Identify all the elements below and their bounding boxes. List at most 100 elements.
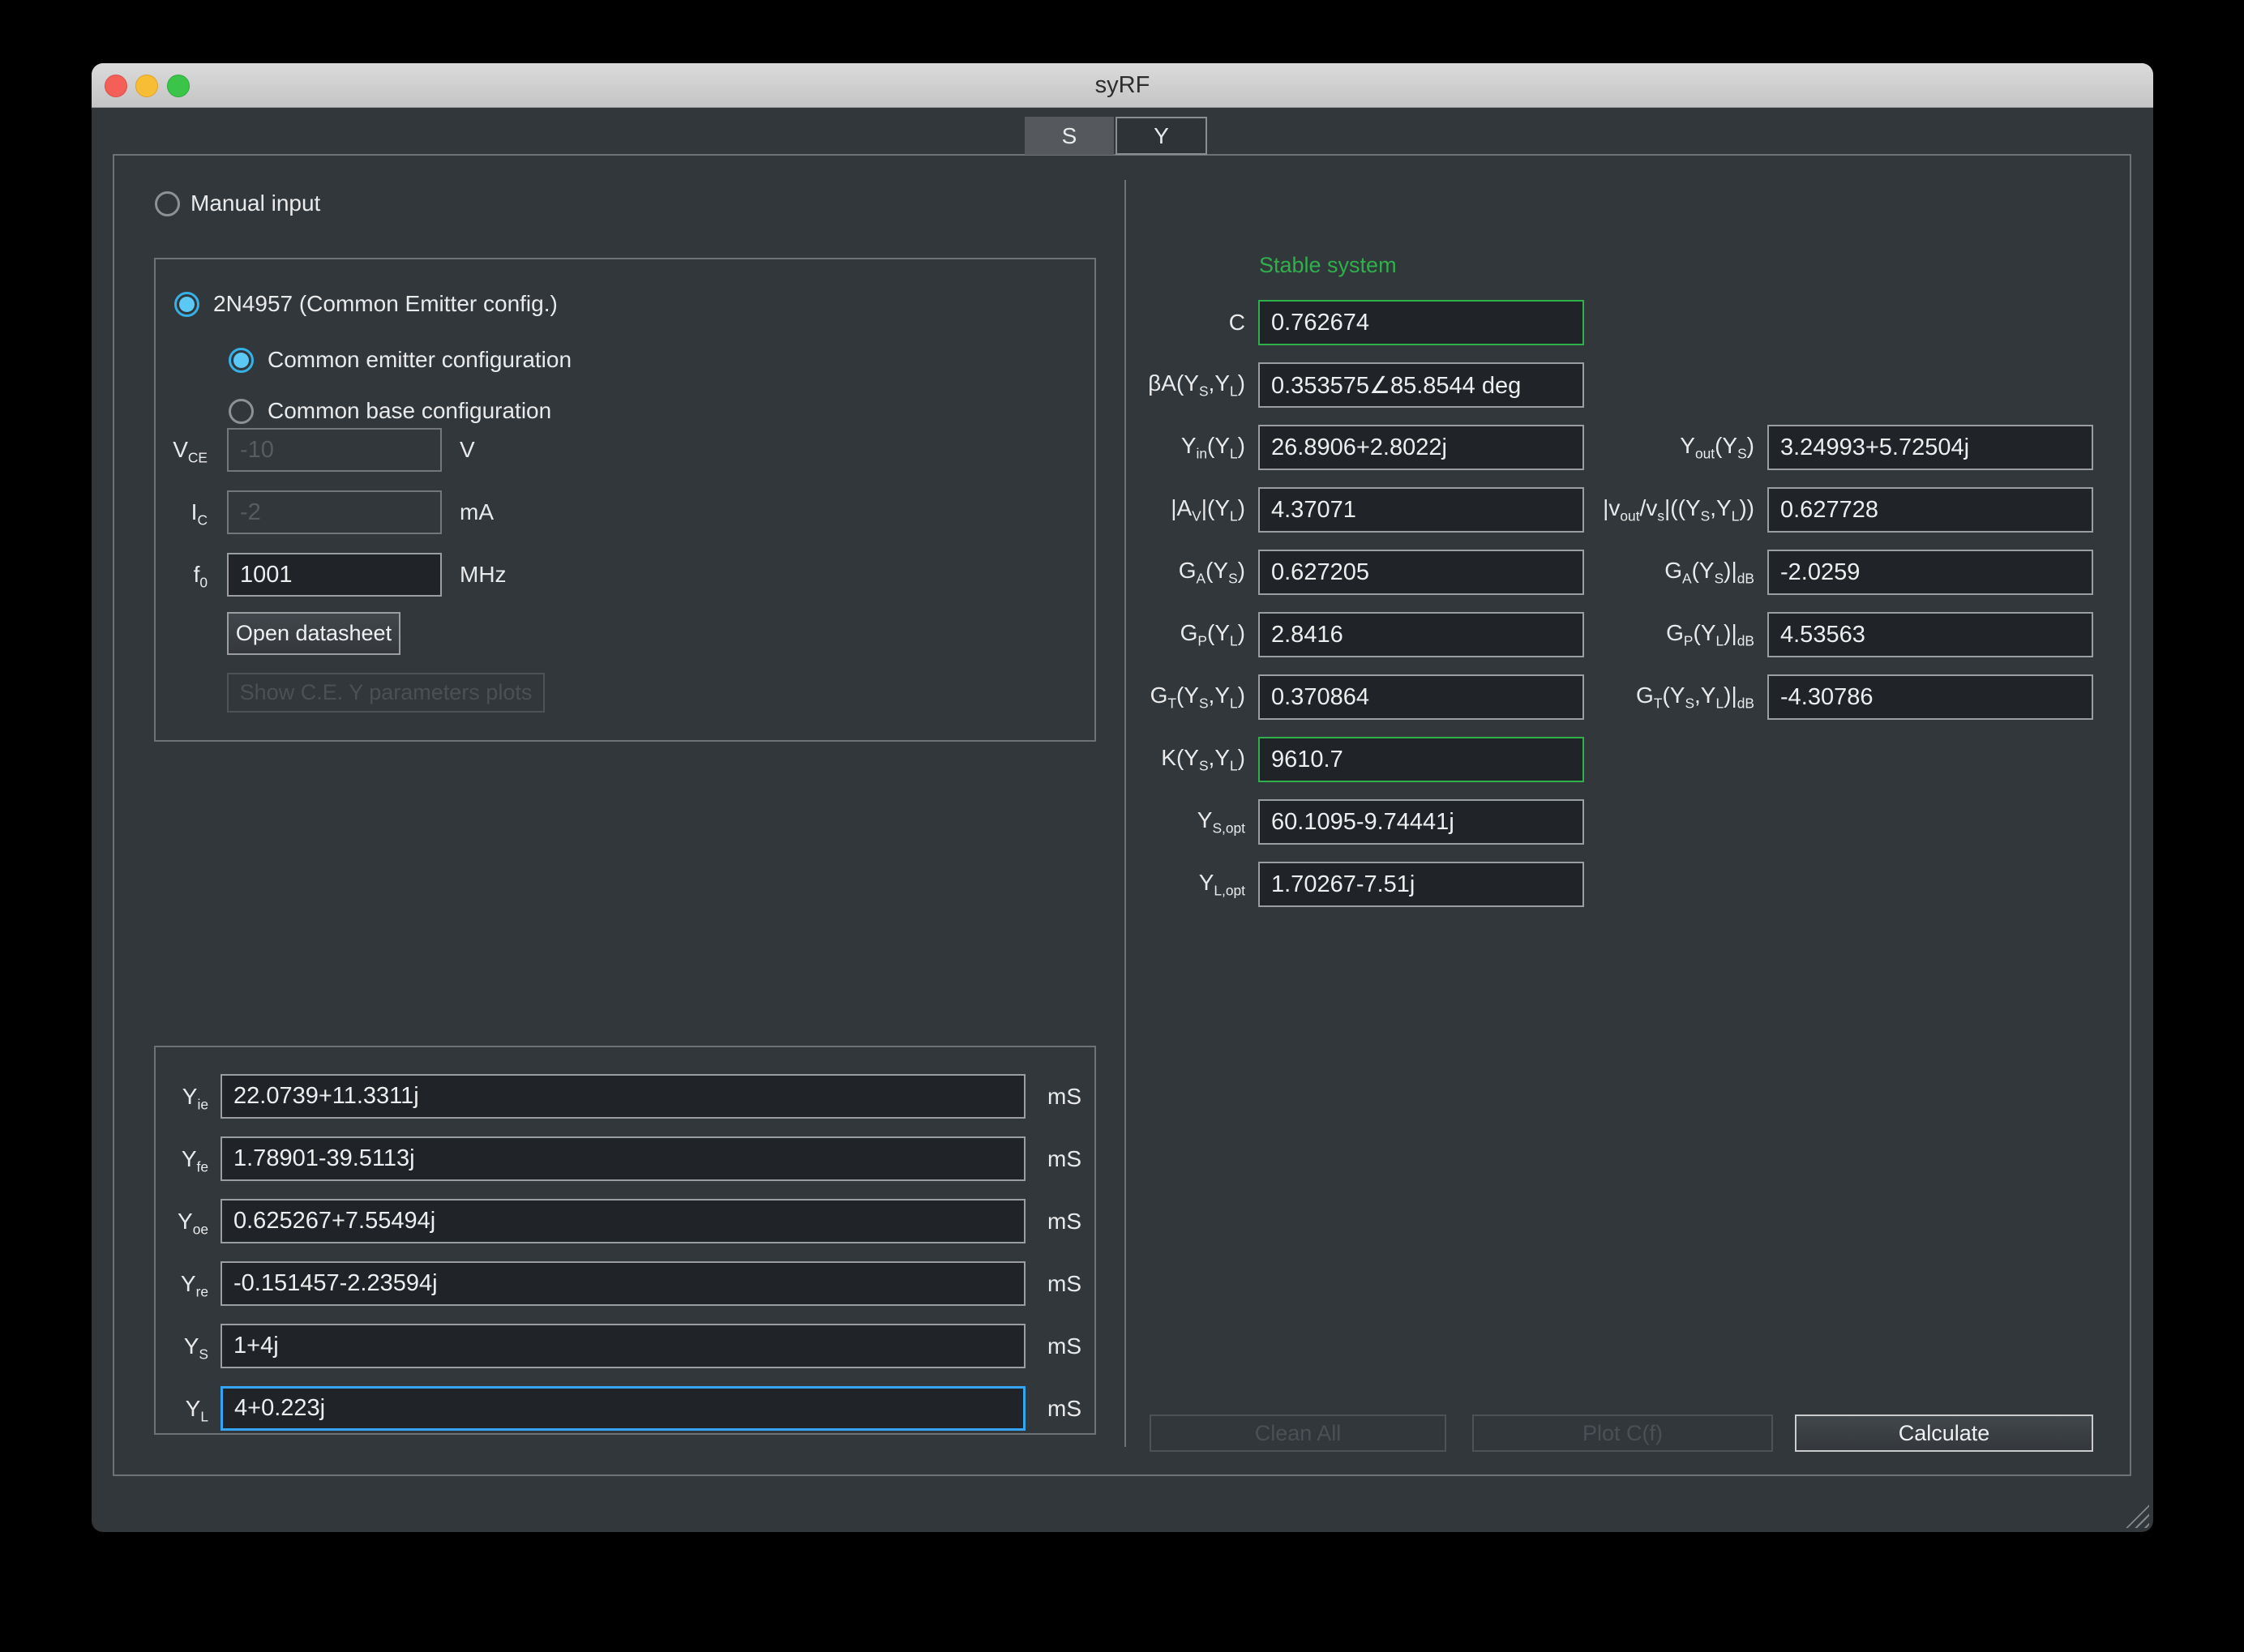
y-parameter-rows: Yie mS Yfe mS Yoe mS Yre mS YS mS YL mS	[156, 1074, 1094, 1431]
ys-row: YS mS	[156, 1324, 1094, 1368]
yfe-unit: mS	[1047, 1146, 1081, 1171]
yie-input[interactable]	[221, 1074, 1026, 1119]
yfe-row: Yfe mS	[156, 1136, 1094, 1181]
k-row: K(YS,YL)	[966, 737, 1584, 782]
gp-label: GP(YL)	[1180, 619, 1245, 649]
open-datasheet-button[interactable]: Open datasheet	[227, 612, 400, 655]
common-base-option[interactable]: Common base configuration	[229, 398, 551, 424]
ic-label: IC	[191, 499, 208, 529]
yl-row: YL mS	[156, 1386, 1094, 1431]
yin-label: Yin(YL)	[1180, 432, 1245, 462]
yre-unit: mS	[1047, 1271, 1081, 1296]
gp-db-label: GP(YL)|dB	[1666, 619, 1754, 649]
gp-db-field[interactable]	[1767, 612, 2093, 657]
ysopt-row: YS,opt	[966, 799, 1584, 845]
vce-unit: V	[460, 437, 475, 462]
transistor-2n4957-option[interactable]: 2N4957 (Common Emitter config.)	[174, 291, 558, 317]
common-base-radio[interactable]	[229, 398, 254, 424]
yout-field[interactable]	[1767, 425, 2093, 470]
vce-label: VCE	[173, 437, 208, 466]
yfe-label: Yfe	[181, 1146, 208, 1175]
yie-label: Yie	[182, 1084, 208, 1113]
ys-unit: mS	[1047, 1333, 1081, 1359]
ysopt-field[interactable]	[1258, 799, 1584, 845]
bias-fields: VCE V IC mA f0 MHz	[156, 428, 1094, 597]
yout-row: Yout(YS)	[1475, 425, 2093, 470]
vratio-field[interactable]	[1767, 487, 2093, 533]
yie-row: Yie mS	[156, 1074, 1094, 1119]
ic-unit: mA	[460, 499, 494, 524]
c-label: C	[1228, 310, 1245, 335]
stability-status: Stable system	[1259, 253, 1397, 277]
c-row: C	[966, 300, 1584, 345]
gt-db-label: GT(YS,YL)|dB	[1636, 682, 1754, 712]
yoe-unit: mS	[1047, 1209, 1081, 1234]
gt-db-row: GT(YS,YL)|dB	[1475, 674, 2093, 720]
y-parameters-groupbox: Yie mS Yfe mS Yoe mS Yre mS YS mS YL mS	[154, 1046, 1096, 1435]
ys-label: YS	[183, 1333, 208, 1363]
ic-input[interactable]	[227, 490, 442, 534]
vratio-label: |vout/vs|((YS,YL))	[1603, 494, 1754, 524]
yout-label: Yout(YS)	[1680, 432, 1754, 462]
desktop: syRF S Y Manual input 2N4957 (Common Emi…	[0, 0, 2244, 1652]
transistor-2n4957-label: 2N4957 (Common Emitter config.)	[213, 291, 558, 316]
ys-input[interactable]	[221, 1324, 1026, 1368]
app-window: syRF S Y Manual input 2N4957 (Common Emi…	[92, 63, 2153, 1532]
ylopt-row: YL,opt	[966, 862, 1584, 907]
calculate-button[interactable]: Calculate	[1795, 1414, 2093, 1452]
common-emitter-label: Common emitter configuration	[268, 347, 572, 372]
results-side-column: Yout(YS) |vout/vs|((YS,YL)) GA(YS)|dB GP…	[1475, 425, 2093, 737]
ylopt-field[interactable]	[1258, 862, 1584, 907]
tab-y[interactable]: Y	[1116, 117, 1207, 155]
f0-row: f0 MHz	[156, 553, 1094, 597]
transistor-2n4957-radio[interactable]	[174, 291, 199, 317]
ga-db-label: GA(YS)|dB	[1664, 557, 1754, 587]
yfe-input[interactable]	[221, 1136, 1026, 1181]
show-ce-plots-button[interactable]: Show C.E. Y parameters plots	[227, 673, 545, 713]
yie-unit: mS	[1047, 1084, 1081, 1109]
titlebar[interactable]: syRF	[92, 63, 2153, 108]
yl-input[interactable]	[221, 1386, 1026, 1431]
yoe-input[interactable]	[221, 1199, 1026, 1243]
gt-label: GT(YS,YL)	[1150, 682, 1245, 712]
ba-field[interactable]	[1258, 362, 1584, 408]
ysopt-label: YS,opt	[1197, 807, 1245, 837]
yre-input[interactable]	[221, 1261, 1026, 1306]
ga-db-row: GA(YS)|dB	[1475, 550, 2093, 595]
vratio-row: |vout/vs|((YS,YL))	[1475, 487, 2093, 533]
vce-input[interactable]	[227, 428, 442, 472]
yl-unit: mS	[1047, 1396, 1081, 1421]
window-title: syRF	[1094, 72, 1150, 98]
k-field[interactable]	[1258, 737, 1584, 782]
clean-all-button[interactable]: Clean All	[1150, 1414, 1446, 1452]
ic-row: IC mA	[156, 490, 1094, 534]
plot-cf-button[interactable]: Plot C(f)	[1472, 1414, 1773, 1452]
manual-input-label: Manual input	[191, 190, 321, 216]
manual-input-option[interactable]: Manual input	[155, 190, 320, 216]
resize-grip[interactable]	[2125, 1504, 2149, 1528]
ylopt-label: YL,opt	[1198, 869, 1245, 899]
tab-s[interactable]: S	[1025, 117, 1114, 155]
yre-row: Yre mS	[156, 1261, 1094, 1306]
common-base-label: Common base configuration	[268, 398, 552, 423]
yl-label: YL	[185, 1396, 208, 1425]
common-emitter-option[interactable]: Common emitter configuration	[229, 347, 572, 373]
f0-unit: MHz	[460, 562, 507, 587]
f0-label: f0	[193, 562, 208, 591]
av-label: |AV|(YL)	[1171, 494, 1245, 524]
k-label: K(YS,YL)	[1161, 744, 1245, 774]
gt-db-field[interactable]	[1767, 674, 2093, 720]
c-field[interactable]	[1258, 300, 1584, 345]
gp-db-row: GP(YL)|dB	[1475, 612, 2093, 657]
transistor-groupbox: 2N4957 (Common Emitter config.) Common e…	[154, 258, 1096, 742]
ga-label: GA(YS)	[1178, 557, 1245, 587]
ba-label: βA(YS,YL)	[1148, 370, 1245, 400]
f0-input[interactable]	[227, 553, 442, 597]
yre-label: Yre	[180, 1271, 208, 1300]
ba-row: βA(YS,YL)	[966, 362, 1584, 408]
yoe-row: Yoe mS	[156, 1199, 1094, 1243]
common-emitter-radio[interactable]	[229, 347, 254, 373]
vce-row: VCE V	[156, 428, 1094, 472]
manual-input-radio[interactable]	[155, 190, 180, 216]
ga-db-field[interactable]	[1767, 550, 2093, 595]
